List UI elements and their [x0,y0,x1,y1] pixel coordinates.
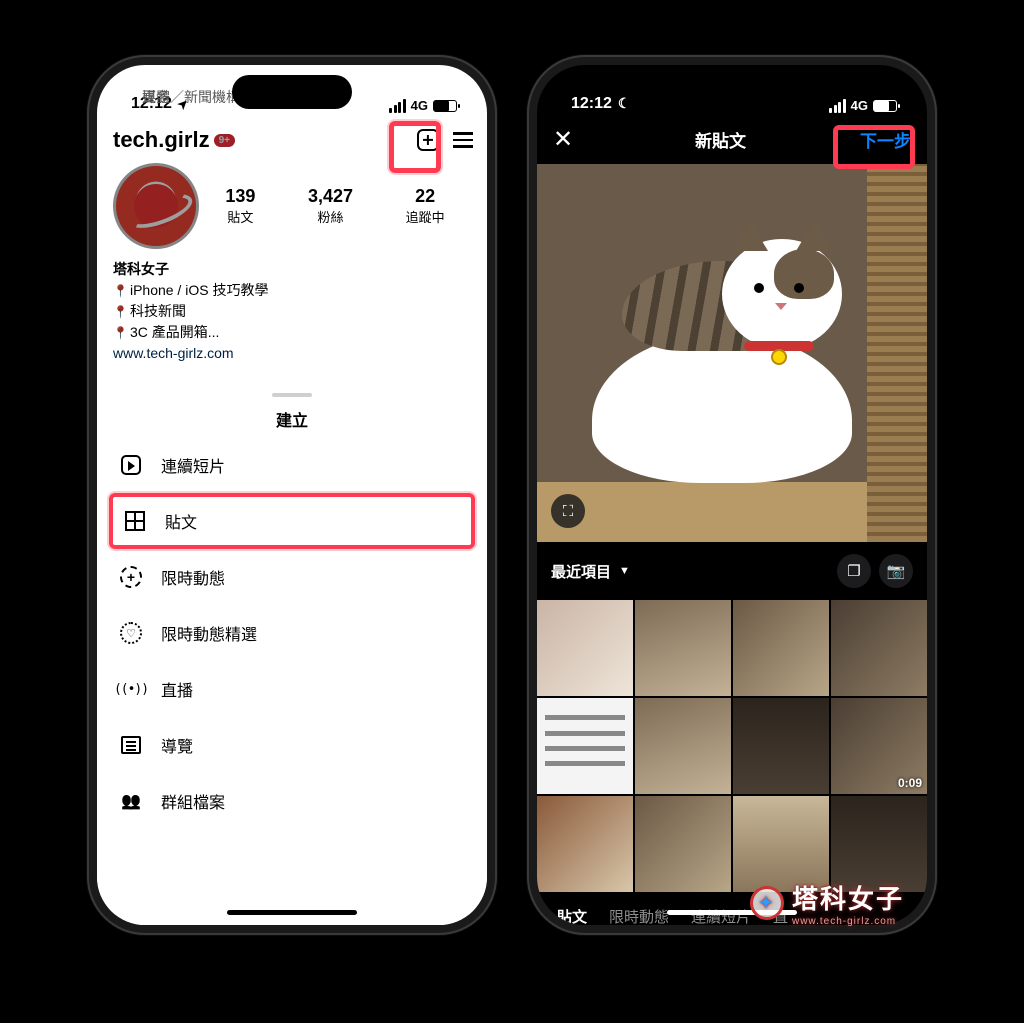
gallery-thumb[interactable] [733,796,829,892]
photo-gallery: 0:09 [537,600,927,894]
chevron-down-icon: ▼ [619,565,630,577]
battery-icon [873,100,897,112]
gallery-thumb[interactable] [831,600,927,696]
grid-icon [125,511,145,531]
tab-story[interactable]: 限時動態 [609,906,669,925]
home-indicator[interactable] [227,910,357,915]
gallery-thumb[interactable] [635,600,731,696]
phone-left: 12:12 4G tech.girlz 9+ [87,55,497,935]
gallery-thumb[interactable] [733,600,829,696]
signal-icon [829,99,846,113]
gallery-thumb[interactable] [831,796,927,892]
multi-select-button[interactable]: ❐ [837,554,871,588]
expand-button[interactable]: ⛶ [551,494,585,528]
sheet-handle[interactable] [272,393,312,397]
story-icon [120,566,142,588]
highlight-create-button [389,121,441,173]
sheet-item-guide[interactable]: 導覽 [97,717,487,773]
guide-icon [121,736,141,754]
camera-button[interactable]: 📷 [879,554,913,588]
profile-dimmed-layer: 12:12 4G tech.girlz 9+ [97,65,487,376]
create-sheet: 建立 連續短片 貼文 限時動態 限時動態精選 [97,381,487,925]
dynamic-island [232,75,352,109]
live-icon [119,677,143,701]
phone-right: 12:12 4G ✕ 新貼文 下一步 [527,55,937,935]
watermark: ✦ 塔科女子 www.tech-girlz.com [750,879,904,927]
profile-bio: 塔科女子 媒體／新聞機構 iPhone / iOS 技巧教學 科技新聞 3C 產… [97,259,487,376]
status-time: 12:12 [571,95,612,113]
highlight-next-button [833,125,915,169]
gallery-thumb[interactable] [537,698,633,794]
watermark-logo-icon: ✦ [750,886,784,920]
gallery-thumb[interactable] [635,796,731,892]
sheet-item-post[interactable]: 貼文 [109,493,475,549]
gallery-thumb[interactable] [635,698,731,794]
dynamic-island [672,75,792,109]
sheet-item-live[interactable]: 直播 [97,661,487,717]
gallery-thumb[interactable] [733,698,829,794]
highlight-icon [120,622,142,644]
album-selector[interactable]: 最近項目 [551,561,611,582]
gallery-thumb[interactable]: 0:09 [831,698,927,794]
close-button[interactable]: ✕ [553,125,581,154]
new-post-title: 新貼文 [581,127,860,152]
gallery-thumb[interactable] [537,600,633,696]
menu-button[interactable] [453,132,473,148]
network-label: 4G [851,98,868,113]
group-icon [119,789,143,813]
tab-reels[interactable]: 連續短片 [691,906,751,925]
sheet-item-reels[interactable]: 連續短片 [97,437,487,493]
video-duration: 0:09 [898,776,922,790]
sheet-item-group[interactable]: 群組檔案 [97,773,487,829]
sheet-item-story[interactable]: 限時動態 [97,549,487,605]
sheet-item-highlight[interactable]: 限時動態精選 [97,605,487,661]
tab-post[interactable]: 貼文 [557,906,587,925]
reels-icon [121,455,141,475]
gallery-thumb[interactable] [537,796,633,892]
sheet-title: 建立 [97,407,487,431]
dnd-icon [618,95,631,113]
album-selector-row: 最近項目 ▼ ❐ 📷 [537,542,927,600]
photo-preview[interactable]: ⛶ [537,164,927,542]
